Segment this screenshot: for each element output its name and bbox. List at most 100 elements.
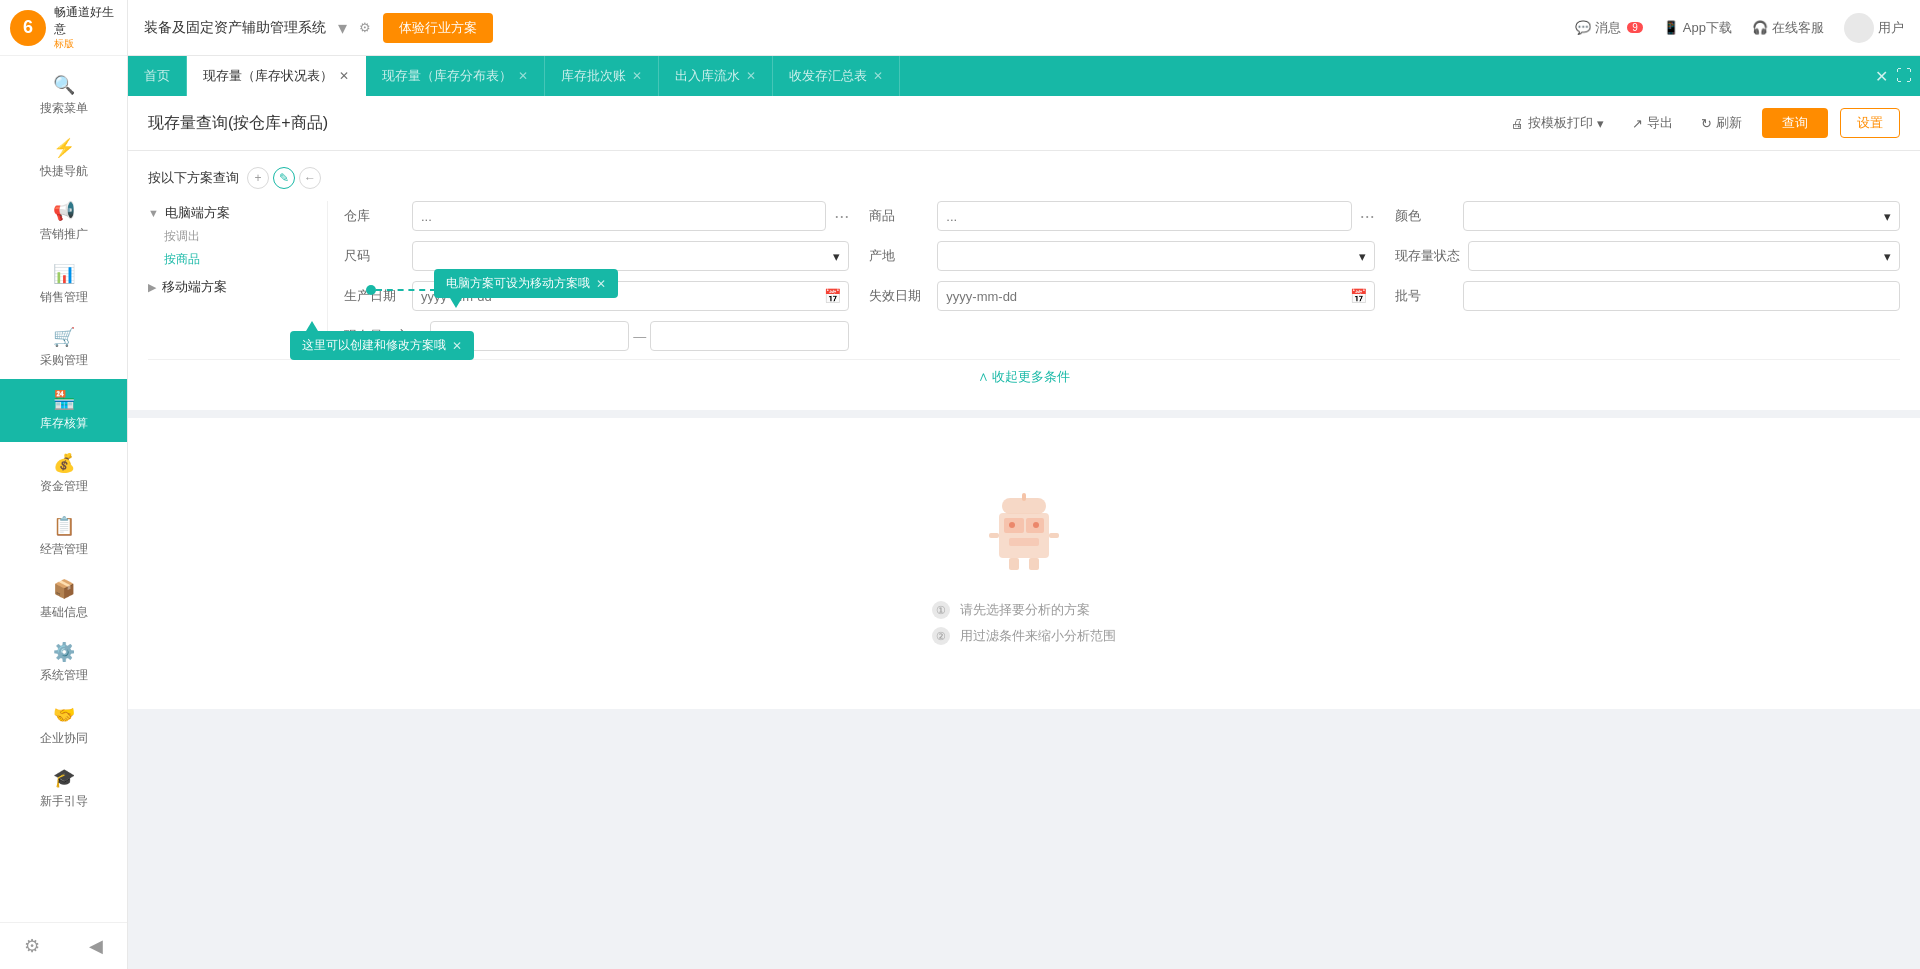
goods-label: 商品	[869, 207, 929, 225]
tab-close-icon[interactable]: ✕	[339, 69, 349, 83]
color-select[interactable]: ▾	[1463, 201, 1900, 231]
scheme-mobile[interactable]: ▶ 移动端方案	[148, 275, 315, 299]
color-chevron-icon: ▾	[1884, 209, 1891, 224]
header-left: 装备及固定资产辅助管理系统 ▾ ⚙ 体验行业方案	[144, 13, 493, 43]
user-group[interactable]: 用户	[1844, 13, 1904, 43]
collapse-footer-icon[interactable]: ◀	[89, 935, 103, 957]
scheme-desktop[interactable]: ▼ 电脑端方案	[148, 201, 315, 225]
tooltip-close-2[interactable]: ✕	[452, 339, 462, 353]
empty-state: ① 请先选择要分析的方案 ② 用过滤条件来缩小分析范围	[128, 418, 1920, 709]
scheme-mobile-label: 移动端方案	[162, 278, 227, 296]
empty-step-2: ② 用过滤条件来缩小分析范围	[932, 623, 1116, 649]
message-group[interactable]: 💬 消息 9	[1575, 19, 1643, 37]
inv-main-to[interactable]	[650, 321, 849, 351]
sidebar: 6 畅通道好生意 标版 🔍 搜索菜单 ⚡ 快捷导航 📢 营销推广 📊 销售管理 …	[0, 0, 128, 969]
goods-input[interactable]	[937, 201, 1351, 231]
sidebar-item-inventory[interactable]: 🏪 库存核算	[0, 379, 127, 442]
system-dropdown-icon[interactable]: ▾	[338, 17, 347, 39]
filter-row-4: 现存量（主） —	[344, 321, 1900, 351]
logo-area: 6 畅通道好生意 标版	[0, 0, 127, 56]
inv-status-label: 现存量状态	[1395, 247, 1460, 265]
message-icon: 💬	[1575, 20, 1591, 35]
tooltip-close-1[interactable]: ✕	[596, 277, 606, 291]
back-btn[interactable]: ←	[299, 167, 321, 189]
arrow-right-icon: ▶	[148, 281, 156, 294]
tab-in-out-flow[interactable]: 出入库流水 ✕	[659, 56, 773, 96]
tab-home-label: 首页	[144, 67, 170, 85]
sidebar-item-label: 系统管理	[40, 667, 88, 684]
settings-btn[interactable]: 设置	[1840, 108, 1900, 138]
online-support-group[interactable]: 🎧 在线客服	[1752, 19, 1824, 37]
sidebar-item-quick[interactable]: ⚡ 快捷导航	[0, 127, 127, 190]
tab-bar: 首页 现存量（库存状况表） ✕ 现存量（库存分布表） ✕ 库存批次账 ✕ 出入库…	[128, 56, 1920, 96]
quick-icon: ⚡	[53, 137, 75, 159]
batch-input[interactable]	[1463, 281, 1900, 311]
expiry-date-input[interactable]	[937, 281, 1374, 311]
tab-close-all-icon[interactable]: ✕	[1875, 67, 1888, 86]
warehouse-dots[interactable]: ···	[834, 206, 849, 227]
sidebar-item-operations[interactable]: 📋 经营管理	[0, 505, 127, 568]
sidebar-item-marketing[interactable]: 📢 营销推广	[0, 190, 127, 253]
tab-batch-account[interactable]: 库存批次账 ✕	[545, 56, 659, 96]
refresh-btn[interactable]: ↻ 刷新	[1693, 110, 1750, 136]
origin-select[interactable]: ▾	[937, 241, 1374, 271]
sidebar-item-enterprise[interactable]: 🤝 企业协同	[0, 694, 127, 757]
app-download-group[interactable]: 📱 App下载	[1663, 19, 1732, 37]
sidebar-item-system[interactable]: ⚙️ 系统管理	[0, 631, 127, 694]
sidebar-item-basic[interactable]: 📦 基础信息	[0, 568, 127, 631]
tab-collect-summary[interactable]: 收发存汇总表 ✕	[773, 56, 900, 96]
print-dropdown-icon: ▾	[1597, 116, 1604, 131]
tab-inventory-status[interactable]: 现存量（库存状况表） ✕	[187, 56, 366, 96]
sidebar-item-finance[interactable]: 💰 资金管理	[0, 442, 127, 505]
add-scheme-btn[interactable]: +	[247, 167, 269, 189]
sidebar-item-guide[interactable]: 🎓 新手引导	[0, 757, 127, 820]
scheme-item-adjust[interactable]: 按调出	[164, 225, 315, 248]
sidebar-item-search[interactable]: 🔍 搜索菜单	[0, 64, 127, 127]
filter-row-1: 仓库 ··· 商品 ··· 颜色	[344, 201, 1900, 231]
sidebar-item-label: 企业协同	[40, 730, 88, 747]
sidebar-item-sales[interactable]: 📊 销售管理	[0, 253, 127, 316]
svg-point-4	[1009, 522, 1015, 528]
system-icon: ⚙️	[53, 641, 75, 663]
collapse-bar[interactable]: ∧ 收起更多条件	[148, 359, 1900, 394]
settings-footer-icon[interactable]: ⚙	[24, 935, 40, 957]
user-avatar	[1844, 13, 1874, 43]
logo-badge: 标版	[54, 37, 117, 51]
tab-home[interactable]: 首页	[128, 56, 187, 96]
warehouse-input[interactable]	[412, 201, 826, 231]
tooltip-scheme-edit: 这里可以创建和修改方案哦 ✕	[290, 331, 474, 360]
tab-close-icon[interactable]: ✕	[518, 69, 528, 83]
page-actions: 🖨 按模板打印 ▾ ↗ 导出 ↻ 刷新 查询 设置	[1503, 108, 1900, 138]
size-select[interactable]: ▾	[412, 241, 849, 271]
svg-rect-7	[1049, 533, 1059, 538]
goods-dots[interactable]: ···	[1360, 206, 1375, 227]
tab-close-icon[interactable]: ✕	[632, 69, 642, 83]
print-template-btn[interactable]: 🖨 按模板打印 ▾	[1503, 110, 1612, 136]
tab-maximize-icon[interactable]: ⛶	[1896, 67, 1912, 85]
tab-inventory-dist-label: 现存量（库存分布表）	[382, 67, 512, 85]
sidebar-item-label: 快捷导航	[40, 163, 88, 180]
query-btn[interactable]: 查询	[1762, 108, 1828, 138]
export-btn[interactable]: ↗ 导出	[1624, 110, 1681, 136]
tab-close-icon[interactable]: ✕	[873, 69, 883, 83]
sidebar-item-purchase[interactable]: 🛒 采购管理	[0, 316, 127, 379]
inventory-icon: 🏪	[53, 389, 75, 411]
industry-btn[interactable]: 体验行业方案	[383, 13, 493, 43]
warehouse-label: 仓库	[344, 207, 404, 225]
logo-icon: 6	[10, 10, 46, 46]
range-separator: —	[633, 329, 646, 344]
sidebar-item-label: 搜索菜单	[40, 100, 88, 117]
inv-status-select[interactable]: ▾	[1468, 241, 1900, 271]
tab-close-icon[interactable]: ✕	[746, 69, 756, 83]
settings-icon[interactable]: ⚙	[359, 20, 371, 35]
edit-scheme-btn[interactable]: ✎	[273, 167, 295, 189]
expiry-date-label: 失效日期	[869, 287, 929, 305]
tab-in-out-flow-label: 出入库流水	[675, 67, 740, 85]
print-icon: 🖨	[1511, 116, 1524, 131]
filter-actions: + ✎ ←	[247, 167, 321, 189]
scheme-item-goods[interactable]: 按商品	[164, 248, 315, 271]
tab-batch-account-label: 库存批次账	[561, 67, 626, 85]
app-download-label: App下载	[1683, 19, 1732, 37]
tab-inventory-dist[interactable]: 现存量（库存分布表） ✕	[366, 56, 545, 96]
empty-steps: ① 请先选择要分析的方案 ② 用过滤条件来缩小分析范围	[932, 597, 1116, 649]
